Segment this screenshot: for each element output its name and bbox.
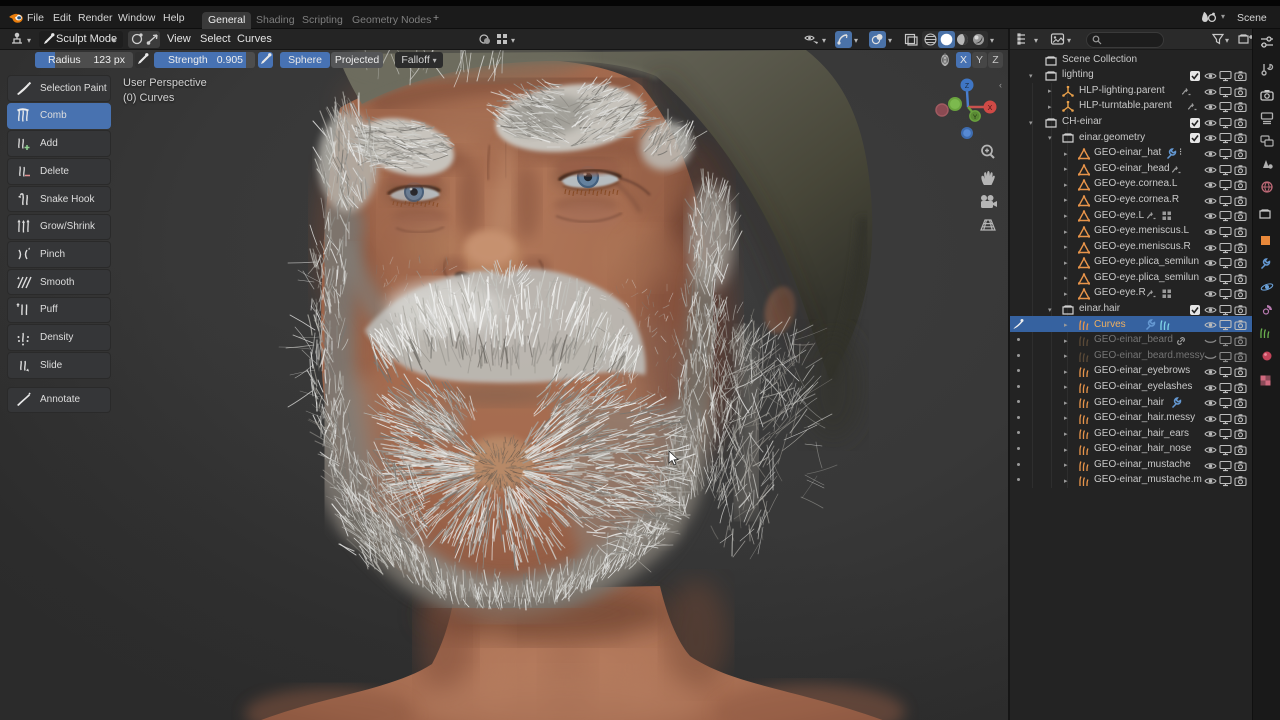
svg-text:Y: Y — [973, 114, 978, 121]
svg-text:X: X — [988, 105, 993, 112]
svg-text:Z: Z — [965, 83, 970, 90]
